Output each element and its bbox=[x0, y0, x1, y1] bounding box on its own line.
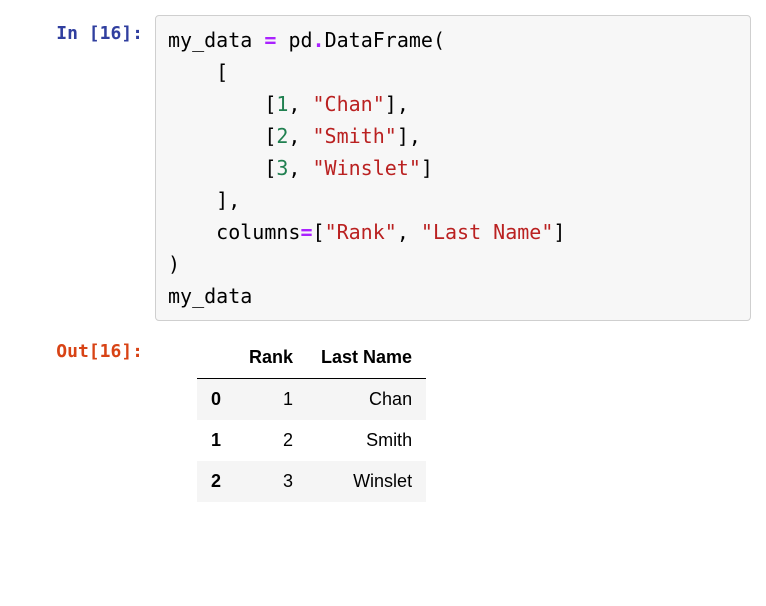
output-cell: Out[16]: Rank Last Name 0 1 Chan 1 2 bbox=[15, 333, 751, 506]
code-editor[interactable]: my_data = pd.DataFrame( [ [1, "Chan"], [… bbox=[155, 15, 751, 321]
c1b: , bbox=[397, 92, 409, 116]
code-mod: pd bbox=[288, 28, 312, 52]
lbr-r3: [ bbox=[264, 156, 276, 180]
cell-lastname: Chan bbox=[307, 379, 426, 421]
rbr1: ] bbox=[216, 188, 228, 212]
lbr-r2: [ bbox=[264, 124, 276, 148]
in-prompt-suffix: ]: bbox=[121, 23, 143, 44]
cell-rank: 3 bbox=[235, 461, 307, 502]
in-exec-count: 16 bbox=[100, 23, 122, 44]
row-index: 0 bbox=[197, 379, 235, 421]
c3: , bbox=[288, 156, 300, 180]
kw-columns: columns bbox=[216, 220, 300, 244]
row-index: 2 bbox=[197, 461, 235, 502]
col-header-lastname: Last Name bbox=[307, 337, 426, 379]
col1: "Rank" bbox=[325, 220, 397, 244]
rbr-r3: ] bbox=[421, 156, 433, 180]
table-header-row: Rank Last Name bbox=[197, 337, 426, 379]
rbr-r1: ] bbox=[385, 92, 397, 116]
c1: , bbox=[288, 92, 300, 116]
s3: "Winslet" bbox=[313, 156, 421, 180]
input-prompt: In [16]: bbox=[15, 15, 155, 44]
lbr1: [ bbox=[216, 60, 228, 84]
output-area: Rank Last Name 0 1 Chan 1 2 Smith 2 3 bbox=[155, 333, 751, 506]
rbr-cols: ] bbox=[553, 220, 565, 244]
cell-rank: 1 bbox=[235, 379, 307, 421]
rbr-r2: ] bbox=[397, 124, 409, 148]
n2: 2 bbox=[276, 124, 288, 148]
lbr-cols: [ bbox=[313, 220, 325, 244]
s2: "Smith" bbox=[313, 124, 397, 148]
table-row: 2 3 Winslet bbox=[197, 461, 426, 502]
eq: = bbox=[300, 220, 312, 244]
table-corner bbox=[197, 337, 235, 379]
col2: "Last Name" bbox=[421, 220, 553, 244]
c2b: , bbox=[409, 124, 421, 148]
input-cell: In [16]: my_data = pd.DataFrame( [ [1, "… bbox=[15, 15, 751, 321]
lpar: ( bbox=[433, 28, 445, 52]
out-exec-count: 16 bbox=[100, 341, 122, 362]
n1: 1 bbox=[276, 92, 288, 116]
dataframe-table: Rank Last Name 0 1 Chan 1 2 Smith 2 3 bbox=[197, 337, 426, 502]
last-line: my_data bbox=[168, 284, 252, 308]
in-prompt-prefix: In [ bbox=[56, 23, 99, 44]
row-index: 1 bbox=[197, 420, 235, 461]
c4: , bbox=[228, 188, 240, 212]
out-prompt-prefix: Out[ bbox=[56, 341, 99, 362]
c5: , bbox=[397, 220, 409, 244]
lbr-r1: [ bbox=[264, 92, 276, 116]
code-func: DataFrame bbox=[325, 28, 433, 52]
table-row: 1 2 Smith bbox=[197, 420, 426, 461]
code-var: my_data bbox=[168, 28, 252, 52]
table-row: 0 1 Chan bbox=[197, 379, 426, 421]
s1: "Chan" bbox=[313, 92, 385, 116]
code-dot: . bbox=[313, 28, 325, 52]
cell-rank: 2 bbox=[235, 420, 307, 461]
out-prompt-suffix: ]: bbox=[121, 341, 143, 362]
c2: , bbox=[288, 124, 300, 148]
rpar: ) bbox=[168, 252, 180, 276]
col-header-rank: Rank bbox=[235, 337, 307, 379]
cell-lastname: Smith bbox=[307, 420, 426, 461]
code-assign: = bbox=[264, 28, 276, 52]
output-prompt: Out[16]: bbox=[15, 333, 155, 362]
cell-lastname: Winslet bbox=[307, 461, 426, 502]
n3: 3 bbox=[276, 156, 288, 180]
